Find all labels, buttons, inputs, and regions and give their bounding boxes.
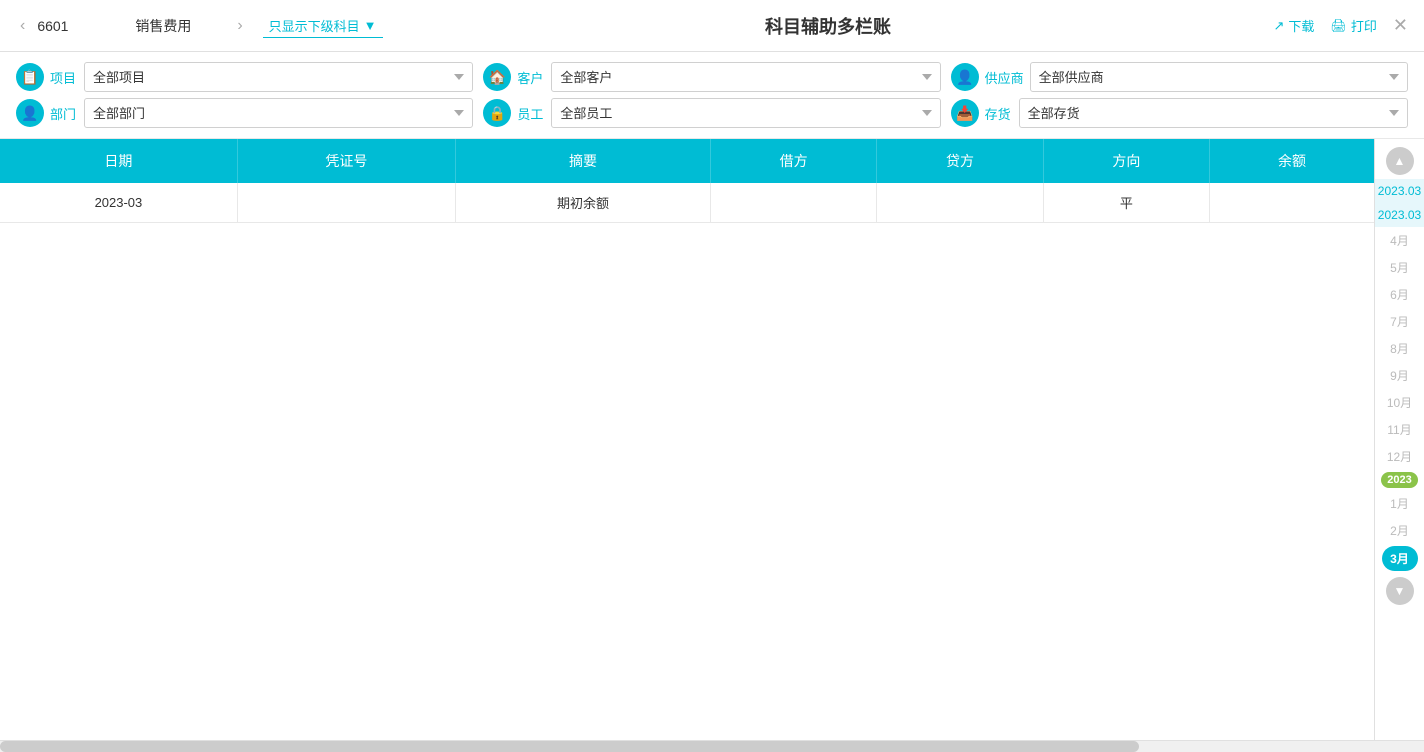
sidebar-month-3-active[interactable]: 3月 [1382,546,1418,571]
cell-direction: 平 [1043,183,1209,223]
col-date: 日期 [0,139,237,183]
col-balance: 余额 [1210,139,1375,183]
cell-balance [1210,183,1375,223]
table-header-row: 日期 凭证号 摘要 借方 贷方 方向 余额 [0,139,1374,183]
cell-voucher [237,183,455,223]
page-title: 科目辅助多栏账 [391,13,1266,39]
sidebar-up-arrow[interactable]: ▲ [1386,147,1414,175]
sidebar-month-7[interactable]: 7月 [1375,308,1424,335]
show-sub-label: 只显示下级科目 [269,16,360,35]
sidebar-month-9[interactable]: 9月 [1375,362,1424,389]
print-button[interactable]: 🖨 打印 [1330,16,1377,35]
close-button[interactable]: ✕ [1393,15,1408,36]
sidebar-month-2023-03-bot[interactable]: 2023.03 [1375,203,1424,227]
department-icon: 👤 [16,99,44,127]
top-actions: ↗ 下载 🖨 打印 [1273,16,1376,35]
col-summary: 摘要 [455,139,710,183]
print-label: 打印 [1351,16,1377,35]
supplier-label: 供应商 [985,68,1024,87]
col-credit: 贷方 [877,139,1043,183]
cell-date: 2023-03 [0,183,237,223]
filter-customer: 🏠 客户 全部客户 [483,62,940,92]
project-label: 项目 [50,68,78,87]
top-bar: ‹ 6601 销售费用 › 只显示下级科目 ▼ 科目辅助多栏账 ↗ 下载 🖨 打… [0,0,1424,52]
right-sidebar: ▲ 2023.03 2023.03 4月 5月 6月 7月 8月 9月 10月 … [1374,139,1424,740]
filter-project: 📋 项目 全部项目 [16,62,473,92]
employee-select[interactable]: 全部员工 [551,98,940,128]
filter-inventory: 📥 存货 全部存货 [951,98,1408,128]
sidebar-month-11[interactable]: 11月 [1375,416,1424,443]
sidebar-month-10[interactable]: 10月 [1375,389,1424,416]
sidebar-down-arrow[interactable]: ▼ [1386,577,1414,605]
customer-select[interactable]: 全部客户 [551,62,940,92]
account-name-label: 销售费用 [135,16,225,36]
project-select[interactable]: 全部项目 [84,62,473,92]
inventory-select[interactable]: 全部存货 [1019,98,1408,128]
content-area: 日期 凭证号 摘要 借方 贷方 方向 余额 2023-03 期初余额 [0,139,1424,740]
cell-summary: 期初余额 [455,183,710,223]
sidebar-month-12[interactable]: 12月 [1375,443,1424,470]
sidebar-month-6[interactable]: 6月 [1375,281,1424,308]
print-icon: 🖨 [1330,18,1347,34]
bottom-scrollbar[interactable] [0,740,1424,752]
filter-supplier: 👤 供应商 全部供应商 [951,62,1408,92]
account-code-label: 6601 [37,18,127,34]
sidebar-month-8[interactable]: 8月 [1375,335,1424,362]
show-sub-button[interactable]: 只显示下级科目 ▼ [263,14,383,38]
filter-employee: 🔒 员工 全部员工 [483,98,940,128]
sidebar-month-5[interactable]: 5月 [1375,254,1424,281]
table-row: 2023-03 期初余额 平 [0,183,1374,223]
main-table: 日期 凭证号 摘要 借方 贷方 方向 余额 2023-03 期初余额 [0,139,1374,223]
employee-icon: 🔒 [483,99,511,127]
employee-label: 员工 [517,104,545,123]
project-icon: 📋 [16,63,44,91]
scrollbar-thumb [0,741,1139,752]
sidebar-month-1[interactable]: 1月 [1375,490,1424,517]
inventory-icon: 📥 [951,99,979,127]
nav-next-arrow[interactable]: › [233,15,246,37]
download-label: 下载 [1288,16,1314,35]
supplier-icon: 👤 [951,63,979,91]
supplier-select[interactable]: 全部供应商 [1030,62,1408,92]
customer-label: 客户 [517,68,545,87]
department-select[interactable]: 全部部门 [84,98,473,128]
customer-icon: 🏠 [483,63,511,91]
filter-bar: 📋 项目 全部项目 🏠 客户 全部客户 👤 供应商 全部供应商 👤 部门 全 [0,52,1424,139]
department-label: 部门 [50,104,78,123]
sidebar-month-2[interactable]: 2月 [1375,517,1424,544]
cell-credit [877,183,1043,223]
col-debit: 借方 [711,139,877,183]
show-sub-dropdown-icon: ▼ [364,18,377,33]
cell-debit [711,183,877,223]
download-button[interactable]: ↗ 下载 [1273,16,1314,35]
sidebar-month-4[interactable]: 4月 [1375,227,1424,254]
nav-prev-arrow[interactable]: ‹ [16,15,29,37]
year-badge: 2023 [1381,472,1417,488]
col-direction: 方向 [1043,139,1209,183]
inventory-label: 存货 [985,104,1013,123]
col-voucher: 凭证号 [237,139,455,183]
table-container[interactable]: 日期 凭证号 摘要 借方 贷方 方向 余额 2023-03 期初余额 [0,139,1374,740]
sidebar-month-2023-03-top[interactable]: 2023.03 [1375,179,1424,203]
download-icon: ↗ [1273,18,1284,34]
filter-department: 👤 部门 全部部门 [16,98,473,128]
main-window: ‹ 6601 销售费用 › 只显示下级科目 ▼ 科目辅助多栏账 ↗ 下载 🖨 打… [0,0,1424,752]
